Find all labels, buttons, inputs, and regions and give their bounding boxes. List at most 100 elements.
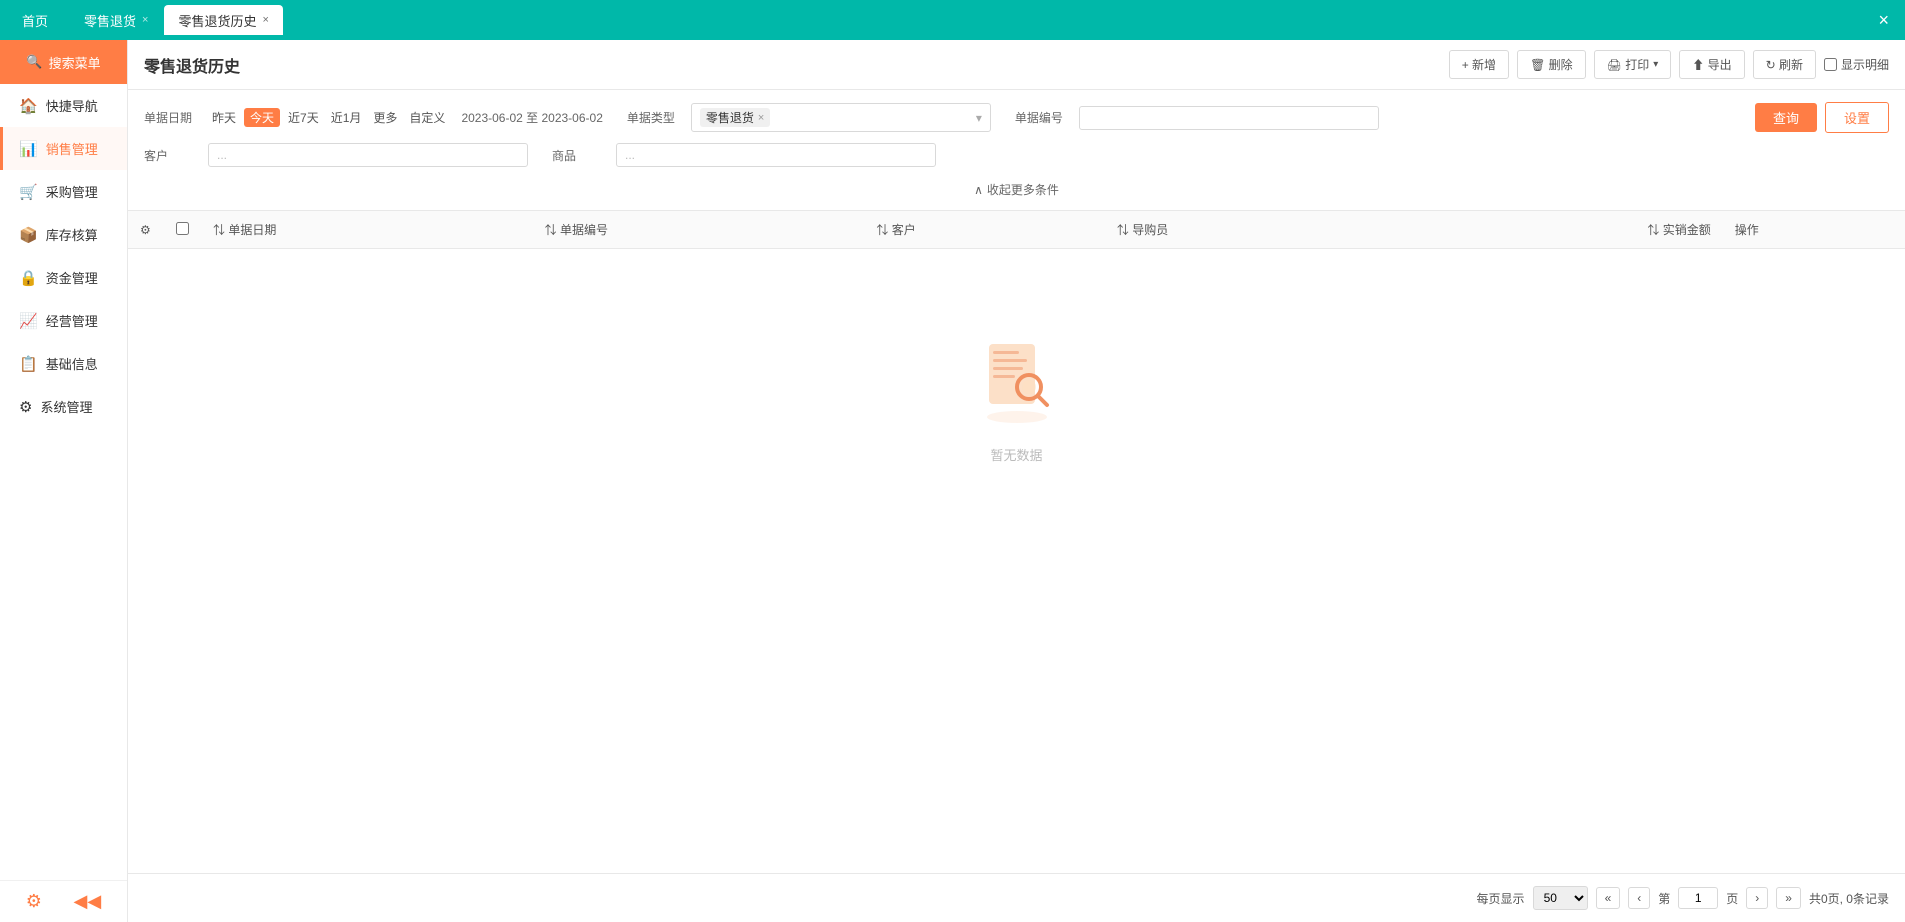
table-header-action: 操作 — [1723, 211, 1905, 249]
sort-customer-icon[interactable]: ⇅ — [876, 223, 888, 237]
collapse-up-icon: ∧ — [974, 183, 983, 197]
sidebar-item-purchase-mgmt[interactable]: 🛒 采购管理 — [0, 170, 127, 213]
finance-icon: 🔒 — [19, 269, 38, 287]
query-button[interactable]: 查询 — [1755, 103, 1817, 132]
quick-nav-icon: 🏠 — [19, 97, 38, 115]
date-range-display: 2023-06-02 至 2023-06-02 — [461, 109, 602, 126]
print-dropdown-icon: ▾ — [1653, 59, 1658, 70]
operations-icon: 📈 — [19, 312, 38, 330]
next-page-button[interactable]: › — [1746, 887, 1768, 909]
table-header-number: ⇅ 单据编号 — [533, 211, 865, 249]
table-body: 暂无数据 — [128, 249, 1905, 545]
date-buttons: 昨天 今天 近7天 近1月 更多 自定义 — [208, 108, 449, 127]
customer-filter-label: 客户 — [144, 147, 200, 164]
tab-retail-return-history[interactable]: 零售退货历史 × — [164, 5, 282, 35]
refresh-button[interactable]: ↻ 刷新 — [1753, 50, 1816, 79]
sort-number-icon[interactable]: ⇅ — [545, 223, 557, 237]
page-size-select[interactable]: 20 50 100 — [1533, 886, 1588, 910]
basic-info-icon: 📋 — [19, 355, 38, 373]
sidebar-item-quick-nav[interactable]: 🏠 快捷导航 — [0, 84, 127, 127]
main-layout: 🔍 搜索菜单 🏠 快捷导航 📊 销售管理 🛒 采购管理 📦 库存核算 🔒 资金管… — [0, 40, 1905, 922]
sidebar-item-system-mgmt[interactable]: ⚙ 系统管理 — [0, 385, 127, 428]
tab-history-close[interactable]: × — [262, 14, 268, 26]
table-header-checkbox-th[interactable] — [164, 211, 201, 249]
window-close-icon[interactable]: × — [1870, 6, 1897, 35]
number-filter-item: 单据编号 — [1015, 106, 1379, 130]
sidebar-item-inventory-check[interactable]: 📦 库存核算 — [0, 213, 127, 256]
page-number-input[interactable] — [1678, 887, 1718, 909]
type-filter-label: 单据类型 — [627, 109, 683, 126]
pagination: 每页显示 20 50 100 « ‹ 第 页 › » 共0页, 0条记录 — [128, 873, 1905, 922]
tab-retail-return[interactable]: 零售退货 × — [70, 5, 162, 35]
tab-home[interactable]: 首页 — [8, 5, 62, 35]
table-area: ⚙ ⇅ 单据日期 ⇅ 单据编号 — [128, 211, 1905, 873]
date-btn-last7[interactable]: 近7天 — [284, 108, 323, 127]
sidebar: 🔍 搜索菜单 🏠 快捷导航 📊 销售管理 🛒 采购管理 📦 库存核算 🔒 资金管… — [0, 40, 128, 922]
show-detail-checkbox[interactable] — [1824, 58, 1837, 71]
type-tag: 零售退货 × — [700, 108, 770, 127]
collapse-button[interactable]: ∧ 收起更多条件 — [974, 181, 1059, 198]
customer-filter-item: 客户 ... — [144, 143, 528, 167]
number-filter-label: 单据编号 — [1015, 109, 1071, 126]
setting-button[interactable]: 设置 — [1825, 102, 1889, 133]
last-page-button[interactable]: » — [1776, 887, 1801, 909]
sort-guide-icon[interactable]: ⇅ — [1117, 223, 1129, 237]
number-input[interactable] — [1079, 106, 1379, 130]
sidebar-bottom: ⚙ ◀◀ — [0, 880, 127, 922]
sidebar-item-finance-mgmt[interactable]: 🔒 资金管理 — [0, 256, 127, 299]
empty-illustration — [967, 329, 1067, 429]
export-button[interactable]: ⬆ 导出 — [1679, 50, 1744, 79]
table-header-customer: ⇅ 客户 — [864, 211, 1105, 249]
goods-filter-item: 商品 ... — [552, 143, 936, 167]
top-bar: 首页 零售退货 × 零售退货历史 × × — [0, 0, 1905, 40]
customer-input[interactable]: ... — [208, 143, 528, 167]
date-btn-more[interactable]: 更多 — [369, 108, 401, 127]
goods-input[interactable]: ... — [616, 143, 936, 167]
empty-state: 暂无数据 — [128, 249, 1905, 544]
sidebar-item-sales-mgmt[interactable]: 📊 销售管理 — [0, 127, 127, 170]
select-all-checkbox[interactable] — [176, 222, 189, 235]
sidebar-search[interactable]: 🔍 搜索菜单 — [0, 40, 127, 84]
table-header-amount: ⇅ 实销金额 — [1391, 211, 1723, 249]
page-actions: + 新增 🗑 删除 🖨 打印 ▾ ⬆ 导出 ↻ 刷新 显示明细 — [1449, 50, 1889, 79]
date-filter-item: 单据日期 昨天 今天 近7天 近1月 更多 自定义 2023-06-02 至 2… — [144, 108, 603, 127]
show-detail-checkbox-label[interactable]: 显示明细 — [1824, 56, 1889, 73]
content-area: 零售退货历史 + 新增 🗑 删除 🖨 打印 ▾ ⬆ 导出 ↻ 刷新 — [128, 40, 1905, 922]
tab-retail-return-close[interactable]: × — [142, 14, 148, 26]
page-header: 零售退货历史 + 新增 🗑 删除 🖨 打印 ▾ ⬆ 导出 ↻ 刷新 — [128, 40, 1905, 90]
table-header-settings[interactable]: ⚙ — [128, 211, 164, 249]
page-title: 零售退货历史 — [144, 53, 240, 77]
first-page-button[interactable]: « — [1596, 887, 1621, 909]
page-unit: 页 — [1726, 890, 1738, 907]
type-selector[interactable]: 零售退货 × ▾ — [691, 103, 991, 132]
table-header-guide: ⇅ 导购员 — [1105, 211, 1391, 249]
add-button[interactable]: + 新增 — [1449, 50, 1509, 79]
delete-button[interactable]: 🗑 删除 — [1517, 50, 1586, 79]
date-btn-custom[interactable]: 自定义 — [405, 108, 449, 127]
filter-row-2: 客户 ... 商品 ... — [144, 143, 1889, 167]
prev-page-button[interactable]: ‹ — [1628, 887, 1650, 909]
date-filter-label: 单据日期 — [144, 109, 200, 126]
table-header-row: ⚙ ⇅ 单据日期 ⇅ 单据编号 — [128, 211, 1905, 249]
data-table: ⚙ ⇅ 单据日期 ⇅ 单据编号 — [128, 211, 1905, 544]
volume-bottom-icon[interactable]: ◀◀ — [74, 891, 102, 912]
search-icon: 🔍 — [26, 54, 42, 70]
settings-bottom-icon[interactable]: ⚙ — [26, 891, 42, 912]
sidebar-item-basic-info[interactable]: 📋 基础信息 — [0, 342, 127, 385]
goods-filter-label: 商品 — [552, 147, 608, 164]
date-btn-last1m[interactable]: 近1月 — [327, 108, 366, 127]
date-btn-today[interactable]: 今天 — [244, 108, 280, 127]
date-btn-yesterday[interactable]: 昨天 — [208, 108, 240, 127]
settings-gear-icon[interactable]: ⚙ — [140, 223, 151, 237]
sort-date-icon[interactable]: ⇅ — [213, 223, 225, 237]
system-icon: ⚙ — [19, 398, 32, 416]
type-filter-item: 单据类型 零售退货 × ▾ — [627, 103, 991, 132]
sidebar-item-operations-mgmt[interactable]: 📈 经营管理 — [0, 299, 127, 342]
type-tag-close[interactable]: × — [758, 112, 764, 124]
print-button[interactable]: 🖨 打印 ▾ — [1594, 50, 1672, 79]
sort-amount-icon[interactable]: ⇅ — [1647, 223, 1659, 237]
collapse-row: ∧ 收起更多条件 — [144, 177, 1889, 198]
page-size-label: 每页显示 — [1477, 890, 1525, 907]
page-label: 第 — [1658, 890, 1670, 907]
sales-icon: 📊 — [19, 140, 38, 158]
